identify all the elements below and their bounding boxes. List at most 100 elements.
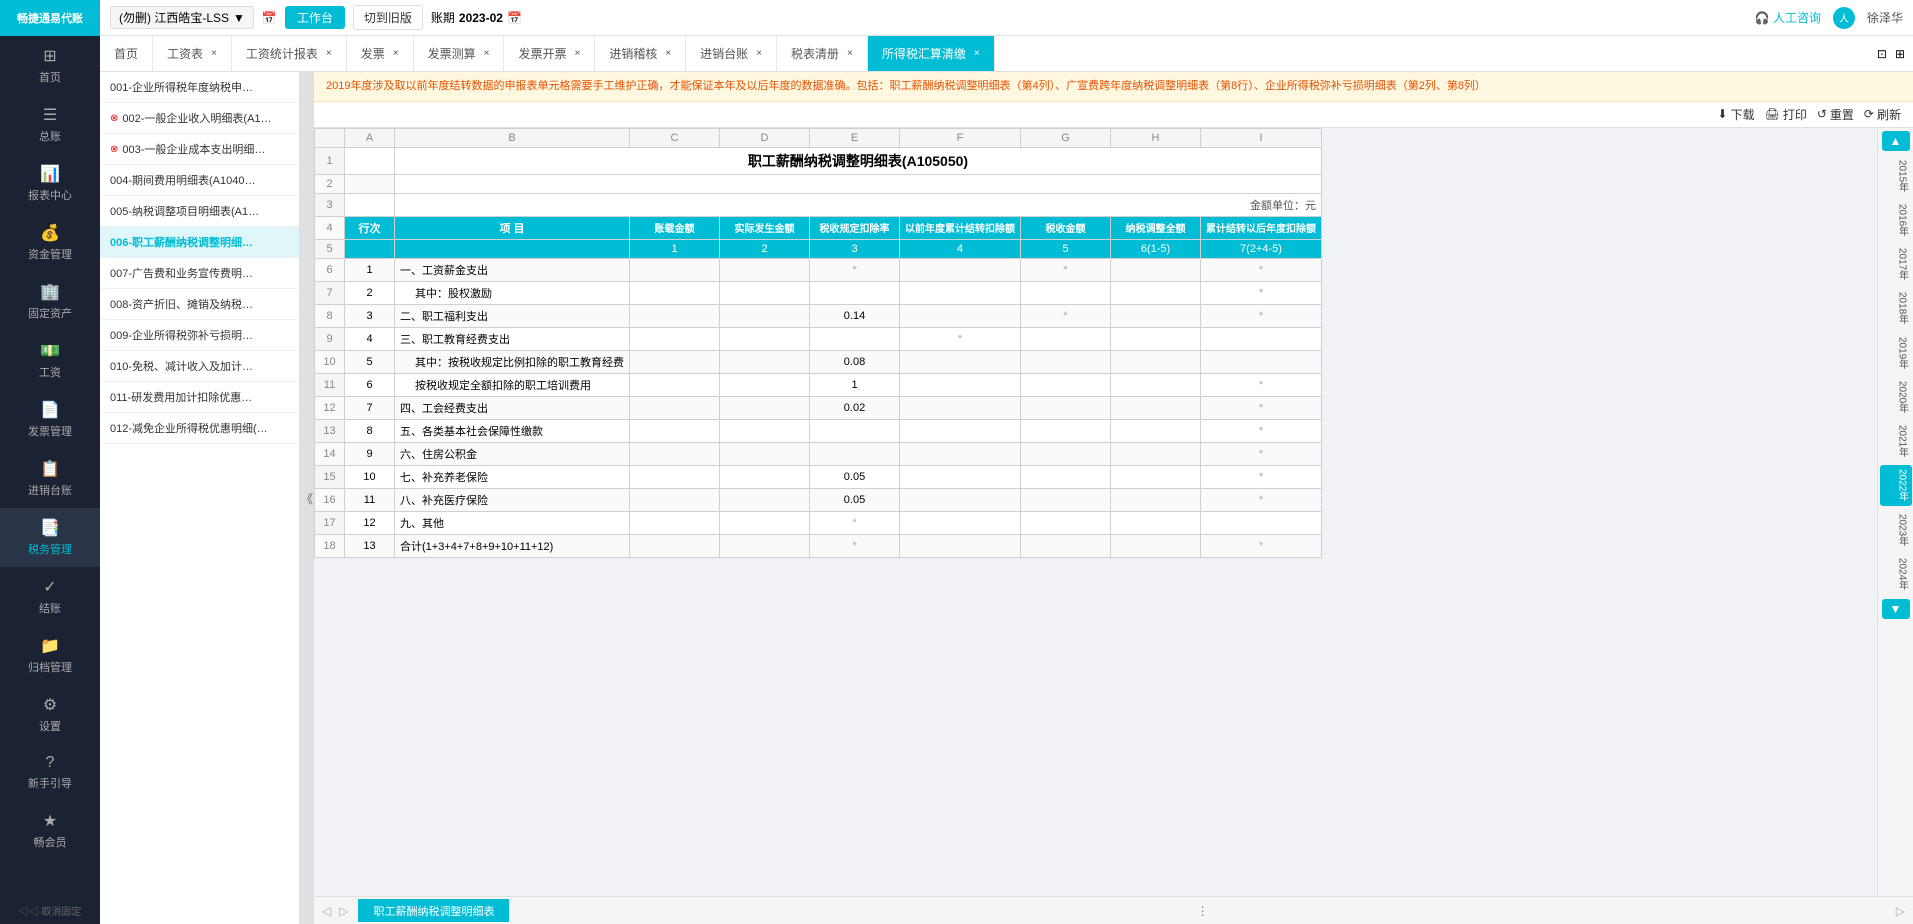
cell-14c[interactable] bbox=[630, 442, 720, 465]
cell-15a[interactable]: 10 bbox=[345, 465, 395, 488]
cell-9g[interactable] bbox=[1021, 327, 1111, 350]
cell-18a[interactable]: 13 bbox=[345, 534, 395, 557]
tab-invoice-calc[interactable]: 发票测算 × bbox=[414, 36, 505, 72]
form-item-008[interactable]: 008-资产折旧、摊销及纳税… bbox=[100, 289, 299, 320]
user-name[interactable]: 徐泽华 bbox=[1867, 9, 1903, 26]
tab-invoice-open[interactable]: 发票开票 × bbox=[504, 36, 595, 72]
cell-12c[interactable] bbox=[630, 396, 720, 419]
sidebar-item-home[interactable]: ⊞ 首页 bbox=[0, 36, 100, 95]
cell-13a[interactable]: 8 bbox=[345, 419, 395, 442]
cell-10f[interactable] bbox=[900, 350, 1021, 373]
year-2023[interactable]: 2023年 bbox=[1880, 510, 1912, 550]
cell-15b[interactable]: 七、补充养老保险 bbox=[395, 465, 630, 488]
tab-tax-book[interactable]: 税表清册 × bbox=[777, 36, 868, 72]
cell-18h[interactable] bbox=[1111, 534, 1201, 557]
cell-13f[interactable] bbox=[900, 419, 1021, 442]
tab-salary[interactable]: 工资表 × bbox=[153, 36, 232, 72]
cell-6f[interactable] bbox=[900, 258, 1021, 281]
cell-15g[interactable] bbox=[1021, 465, 1111, 488]
cell-1a[interactable] bbox=[345, 147, 395, 174]
cell-17h[interactable] bbox=[1111, 511, 1201, 534]
year-2017[interactable]: 2017年 bbox=[1880, 244, 1912, 284]
tab-income-tax-close[interactable]: × bbox=[974, 48, 980, 59]
cell-18g[interactable] bbox=[1021, 534, 1111, 557]
tab-salary-report-close[interactable]: × bbox=[326, 48, 332, 59]
cell-13b[interactable]: 五、各类基本社会保障性缴款 bbox=[395, 419, 630, 442]
cell-14e[interactable] bbox=[810, 442, 900, 465]
cell-13d[interactable] bbox=[720, 419, 810, 442]
cancel-fixed-btn[interactable]: ◁◁ 取消固定 bbox=[0, 897, 100, 924]
cell-17i[interactable] bbox=[1201, 511, 1322, 534]
cell-6h[interactable] bbox=[1111, 258, 1201, 281]
year-scroll-up[interactable]: ▲ bbox=[1882, 131, 1910, 151]
cell-3a[interactable] bbox=[345, 193, 395, 216]
cell-8d[interactable] bbox=[720, 304, 810, 327]
form-item-005[interactable]: 005-纳税调整项目明细表(A1… bbox=[100, 196, 299, 227]
cell-7c[interactable] bbox=[630, 281, 720, 304]
cell-14f[interactable] bbox=[900, 442, 1021, 465]
form-item-003[interactable]: ⊗ 003-一般企业成本支出明细… bbox=[100, 134, 299, 165]
cell-10d[interactable] bbox=[720, 350, 810, 373]
cell-9e[interactable] bbox=[810, 327, 900, 350]
cell-17d[interactable] bbox=[720, 511, 810, 534]
year-2021[interactable]: 2021年 bbox=[1880, 421, 1912, 461]
cell-6a[interactable]: 1 bbox=[345, 258, 395, 281]
cell-13e[interactable] bbox=[810, 419, 900, 442]
form-item-010[interactable]: 010-免税、减计收入及加计… bbox=[100, 351, 299, 382]
cell-8h[interactable] bbox=[1111, 304, 1201, 327]
cell-11a[interactable]: 6 bbox=[345, 373, 395, 396]
tab-check-close[interactable]: × bbox=[665, 48, 671, 59]
collapse-btn[interactable]: 《 bbox=[300, 72, 314, 924]
cell-8b[interactable]: 二、职工福利支出 bbox=[395, 304, 630, 327]
cell-14g[interactable] bbox=[1021, 442, 1111, 465]
workspace-button[interactable]: 工作台 bbox=[285, 6, 345, 29]
form-item-001[interactable]: 001-企业所得税年度纳税申… bbox=[100, 72, 299, 103]
cell-11b[interactable]: 按税收规定全额扣除的职工培训费用 bbox=[395, 373, 630, 396]
cell-7b[interactable]: 其中：股权激励 bbox=[395, 281, 630, 304]
cell-7g[interactable] bbox=[1021, 281, 1111, 304]
sidebar-item-guide[interactable]: ? 新手引导 bbox=[0, 744, 100, 801]
cell-14h[interactable] bbox=[1111, 442, 1201, 465]
tab-invoice-calc-close[interactable]: × bbox=[484, 48, 490, 59]
form-item-012[interactable]: 012-减免企业所得税优惠明细(… bbox=[100, 413, 299, 444]
tab-home[interactable]: 首页 bbox=[100, 36, 153, 72]
cell-13h[interactable] bbox=[1111, 419, 1201, 442]
sidebar-item-salary[interactable]: 💵 工资 bbox=[0, 331, 100, 390]
tab-ledger-close[interactable]: × bbox=[756, 48, 762, 59]
cell-15d[interactable] bbox=[720, 465, 810, 488]
tab-salary-report[interactable]: 工资统计报表 × bbox=[232, 36, 347, 72]
year-2018[interactable]: 2018年 bbox=[1880, 288, 1912, 328]
year-2015[interactable]: 2015年 bbox=[1880, 156, 1912, 196]
year-2016[interactable]: 2016年 bbox=[1880, 200, 1912, 240]
sidebar-item-archive[interactable]: 📁 归档管理 bbox=[0, 626, 100, 685]
cell-16h[interactable] bbox=[1111, 488, 1201, 511]
sidebar-item-tax[interactable]: 📑 税务管理 bbox=[0, 508, 100, 567]
sheet-tab-main[interactable]: 职工薪酬纳税调整明细表 bbox=[358, 899, 509, 922]
cell-10a[interactable]: 5 bbox=[345, 350, 395, 373]
form-item-004[interactable]: 004-期间费用明细表(A1040… bbox=[100, 165, 299, 196]
maximize-icon[interactable]: ⊞ bbox=[1895, 47, 1905, 61]
sidebar-item-purchase-sale[interactable]: 📋 进销台账 bbox=[0, 449, 100, 508]
cell-17f[interactable] bbox=[900, 511, 1021, 534]
cell-15f[interactable] bbox=[900, 465, 1021, 488]
cell-2a[interactable] bbox=[345, 174, 395, 193]
tab-salary-close[interactable]: × bbox=[211, 48, 217, 59]
company-selector[interactable]: (勿删) 江西皓宝-LSS ▼ bbox=[110, 6, 254, 29]
cell-9a[interactable]: 4 bbox=[345, 327, 395, 350]
download-btn[interactable]: ⬇ 下载 bbox=[1718, 106, 1755, 123]
cell-13g[interactable] bbox=[1021, 419, 1111, 442]
sidebar-item-assets[interactable]: 🏢 固定资产 bbox=[0, 272, 100, 331]
period-selector[interactable]: 账期 2023-02 📅 bbox=[431, 9, 522, 26]
cell-14a[interactable]: 9 bbox=[345, 442, 395, 465]
cell-18d[interactable] bbox=[720, 534, 810, 557]
cell-12g[interactable] bbox=[1021, 396, 1111, 419]
cell-16g[interactable] bbox=[1021, 488, 1111, 511]
cell-17g[interactable] bbox=[1021, 511, 1111, 534]
form-item-006[interactable]: 006-职工薪酬纳税调整明细… bbox=[100, 227, 299, 258]
cell-18f[interactable] bbox=[900, 534, 1021, 557]
cell-11h[interactable] bbox=[1111, 373, 1201, 396]
sheet-menu-icon[interactable]: ⋮ bbox=[1197, 904, 1209, 918]
year-2019[interactable]: 2019年 bbox=[1880, 333, 1912, 373]
cell-14b[interactable]: 六、住房公积金 bbox=[395, 442, 630, 465]
form-item-002[interactable]: ⊗ 002-一般企业收入明细表(A1… bbox=[100, 103, 299, 134]
